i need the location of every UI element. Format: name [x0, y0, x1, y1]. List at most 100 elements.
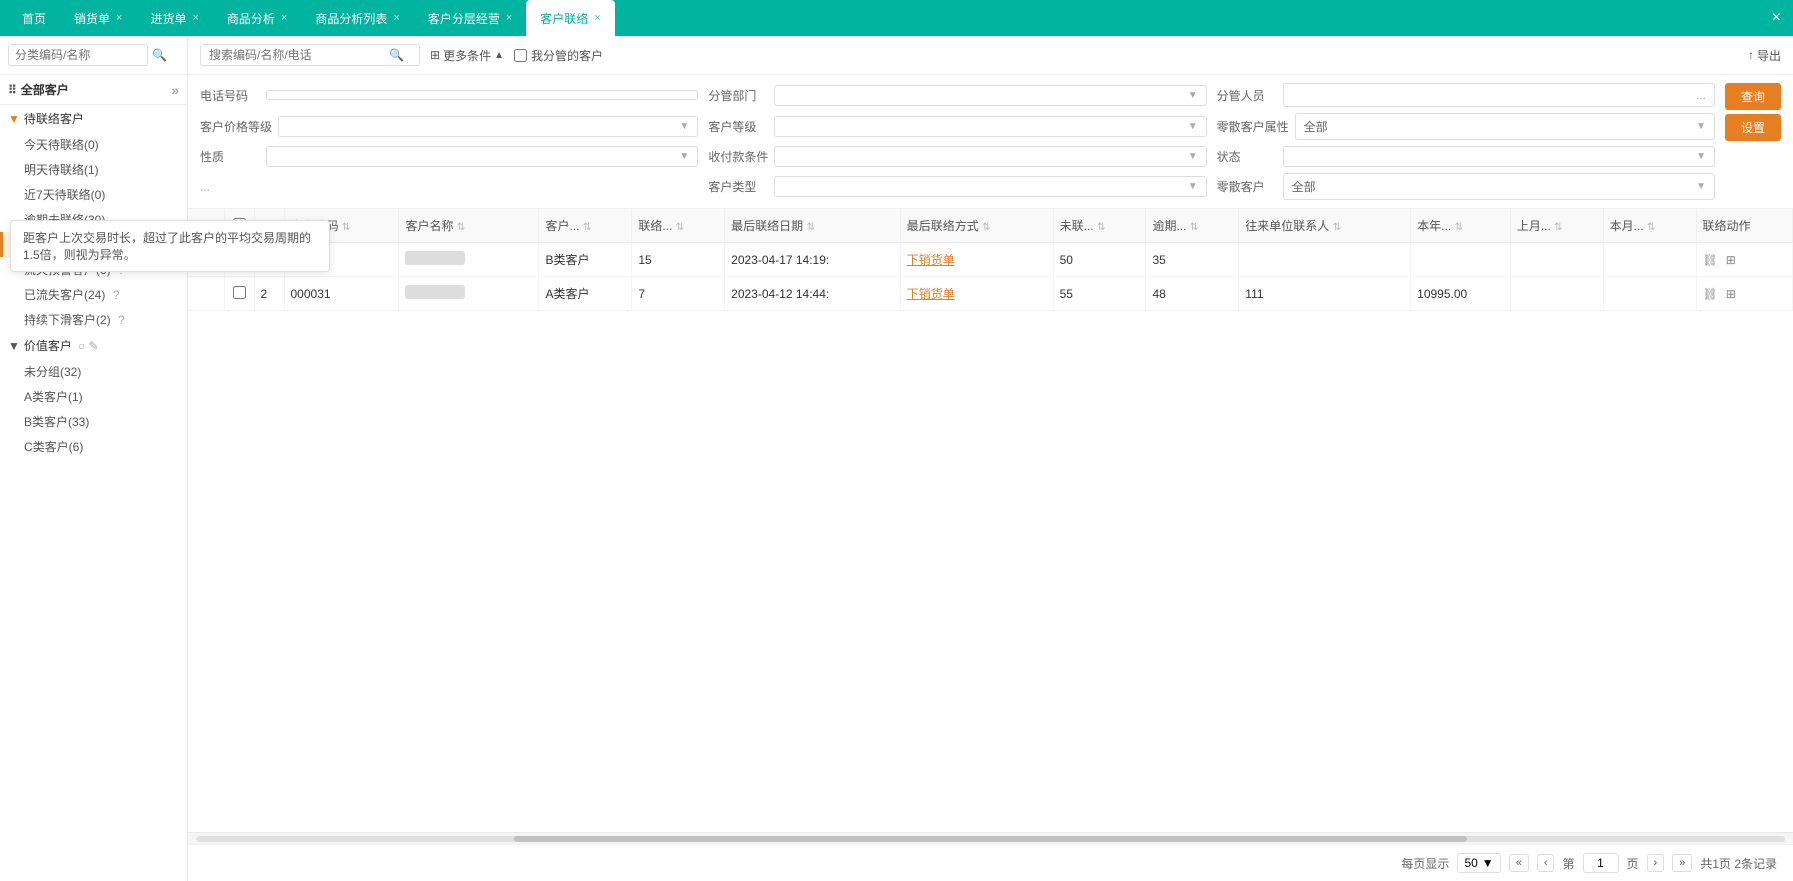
row1-last-month — [1510, 243, 1603, 277]
sort-code-icon[interactable]: ⇅ — [342, 222, 350, 233]
col-last-month: 上月... ⇅ — [1510, 209, 1603, 243]
sort-last-method-icon[interactable]: ⇅ — [982, 222, 990, 233]
retail-attr-label: 零散客户属性 — [1217, 118, 1289, 135]
customer-type-select[interactable]: ▼ — [774, 176, 1206, 197]
page-size-value: 50 — [1464, 856, 1477, 870]
sort-this-year-icon[interactable]: ⇅ — [1455, 222, 1463, 233]
sidebar-item-churned[interactable]: 已流失客户(24) ? — [0, 282, 187, 307]
first-page-button[interactable]: « — [1509, 854, 1529, 872]
sidebar-item-tomorrow-contact[interactable]: 明天待联络(1) — [0, 157, 187, 182]
query-button[interactable]: 查询 — [1725, 83, 1781, 110]
search-input-wrap: 🔍 — [200, 44, 420, 66]
sidebar-item-ungrouped[interactable]: 未分组(32) — [0, 359, 187, 384]
value-group-arrow-icon: ▼ — [8, 339, 20, 353]
row1-this-year — [1411, 243, 1511, 277]
filter-price-grade: 客户价格等级 ▼ — [200, 116, 698, 137]
prev-page-button[interactable]: ‹ — [1537, 854, 1555, 872]
customer-grade-select[interactable]: ▼ — [774, 116, 1206, 137]
collapse-sidebar-icon[interactable]: » — [171, 82, 179, 98]
sidebar-item-a-class[interactable]: A类客户(1) — [0, 384, 187, 409]
filter-buttons: 查询 设置 — [1725, 83, 1781, 141]
sort-company-contact-icon[interactable]: ⇅ — [1333, 222, 1341, 233]
sidebar-item-c-class[interactable]: C类客户(6) — [0, 434, 187, 459]
close-customer-contact-icon[interactable]: × — [594, 12, 600, 24]
row2-last-month — [1510, 277, 1603, 311]
sidebar-group-pending-contact[interactable]: ▼ 待联络客户 — [0, 105, 187, 132]
close-customer-segmentation-icon[interactable]: × — [506, 12, 512, 24]
nav-customer-segmentation[interactable]: 客户分层经营 × — [414, 0, 526, 36]
sidebar-item-b-class[interactable]: B类客户(33) — [0, 409, 187, 434]
dept-select[interactable]: ▼ — [774, 85, 1206, 106]
row2-link-icon[interactable]: ⛓ — [1703, 287, 1718, 301]
filter-status: 状态 ▼ — [1217, 146, 1715, 167]
sort-contact-icon[interactable]: ⇅ — [676, 222, 684, 233]
export-icon: ↑ — [1748, 48, 1754, 62]
retail-attr-select[interactable]: 全部 ▼ — [1295, 113, 1715, 140]
retail-customer-label: 零散客户 — [1217, 178, 1277, 195]
sidebar-search-icon[interactable]: 🔍 — [152, 48, 167, 62]
nav-customer-contact[interactable]: 客户联络 × — [526, 0, 614, 36]
payment-select[interactable]: ▼ — [774, 146, 1206, 167]
edit-group-icon[interactable]: ○ ✎ — [78, 339, 99, 353]
window-close-button[interactable]: × — [1772, 9, 1781, 27]
row1-link-icon[interactable]: ⛓ — [1703, 253, 1718, 267]
sidebar-all-customers[interactable]: ⠿ 全部客户 » — [0, 75, 187, 105]
search-input[interactable] — [209, 48, 389, 62]
gender-select[interactable]: ▼ — [266, 146, 698, 167]
row2-select-checkbox[interactable] — [233, 286, 246, 299]
row1-last-method: 下销货单 — [900, 243, 1053, 277]
sort-last-date-icon[interactable]: ⇅ — [807, 222, 815, 233]
retail-customer-select[interactable]: 全部 ▼ — [1283, 173, 1715, 200]
sort-last-month-icon[interactable]: ⇅ — [1554, 222, 1562, 233]
sort-name-icon[interactable]: ⇅ — [457, 222, 465, 233]
churned-help-icon[interactable]: ? — [113, 288, 120, 302]
nav-product-analysis[interactable]: 商品分析 × — [213, 0, 301, 36]
declining-help-icon[interactable]: ? — [118, 313, 125, 327]
row1-last-method-link[interactable]: 下销货单 — [907, 253, 955, 267]
nav-purchase-order[interactable]: 进货单 × — [136, 0, 212, 36]
page-size-select[interactable]: 50 ▼ — [1457, 853, 1500, 873]
tooltip-box: 距客户上次交易时长，超过了此客户的平均交易周期的1.5倍，则视为异常。 — [10, 220, 188, 272]
sidebar-item-today-contact[interactable]: 今天待联络(0) — [0, 132, 187, 157]
payment-chevron-icon: ▼ — [1188, 151, 1198, 162]
page-number-input[interactable] — [1583, 853, 1619, 873]
close-sales-order-icon[interactable]: × — [116, 12, 122, 24]
sidebar-item-7day-contact[interactable]: 近7天待联络(0) — [0, 182, 187, 207]
sort-overdue-icon[interactable]: ⇅ — [1190, 222, 1198, 233]
sidebar-group-value-customer[interactable]: ▼ 价值客户 ○ ✎ — [0, 332, 187, 359]
sidebar-search-input[interactable] — [8, 44, 148, 66]
nav-product-analysis-list[interactable]: 商品分析列表 × — [301, 0, 413, 36]
price-grade-select[interactable]: ▼ — [278, 116, 698, 137]
retail-attr-chevron-icon: ▼ — [1696, 121, 1706, 132]
row2-grid-icon[interactable]: ⊞ — [1726, 287, 1736, 301]
scroll-thumb[interactable] — [514, 836, 1467, 842]
next-page-button[interactable]: › — [1647, 854, 1665, 872]
nav-home[interactable]: 首页 — [8, 0, 60, 36]
close-product-analysis-icon[interactable]: × — [281, 12, 287, 24]
manager-select[interactable]: ... — [1283, 83, 1715, 107]
status-select[interactable]: ▼ — [1283, 146, 1715, 167]
setting-button[interactable]: 设置 — [1725, 114, 1781, 141]
more-conditions-button[interactable]: ⊞ 更多条件 ▲ — [430, 47, 504, 64]
filter-row-3: 性质 ▼ 收付款条件 ▼ — [200, 146, 1715, 167]
row1-contact: 15 — [632, 243, 725, 277]
search-icon[interactable]: 🔍 — [389, 48, 404, 62]
my-customers-checkbox[interactable] — [514, 49, 527, 62]
sidebar-item-declining[interactable]: 持续下滑客户(2) ? — [0, 307, 187, 332]
horizontal-scrollbar[interactable] — [188, 832, 1793, 844]
row1-grid-icon[interactable]: ⊞ — [1726, 253, 1736, 267]
sort-this-month-icon[interactable]: ⇅ — [1647, 222, 1655, 233]
sort-uncontacted-icon[interactable]: ⇅ — [1097, 222, 1105, 233]
manager-more-icon[interactable]: ... — [1696, 88, 1706, 102]
customer-table: ⚙ 客户编码 ⇅ 客户名称 ⇅ — [188, 209, 1793, 311]
phone-input[interactable] — [266, 90, 698, 100]
close-purchase-order-icon[interactable]: × — [192, 12, 198, 24]
row2-last-method-link[interactable]: 下销货单 — [907, 287, 955, 301]
filter-row-1: 电话号码 分管部门 ▼ 分管人员 — [200, 83, 1715, 107]
close-product-analysis-list-icon[interactable]: × — [393, 12, 399, 24]
export-button[interactable]: ↑ 导出 — [1748, 47, 1781, 64]
last-page-button[interactable]: » — [1672, 854, 1692, 872]
col-this-year-label: 本年... — [1417, 219, 1451, 233]
sort-type-icon[interactable]: ⇅ — [583, 222, 591, 233]
nav-sales-order[interactable]: 销货单 × — [60, 0, 136, 36]
